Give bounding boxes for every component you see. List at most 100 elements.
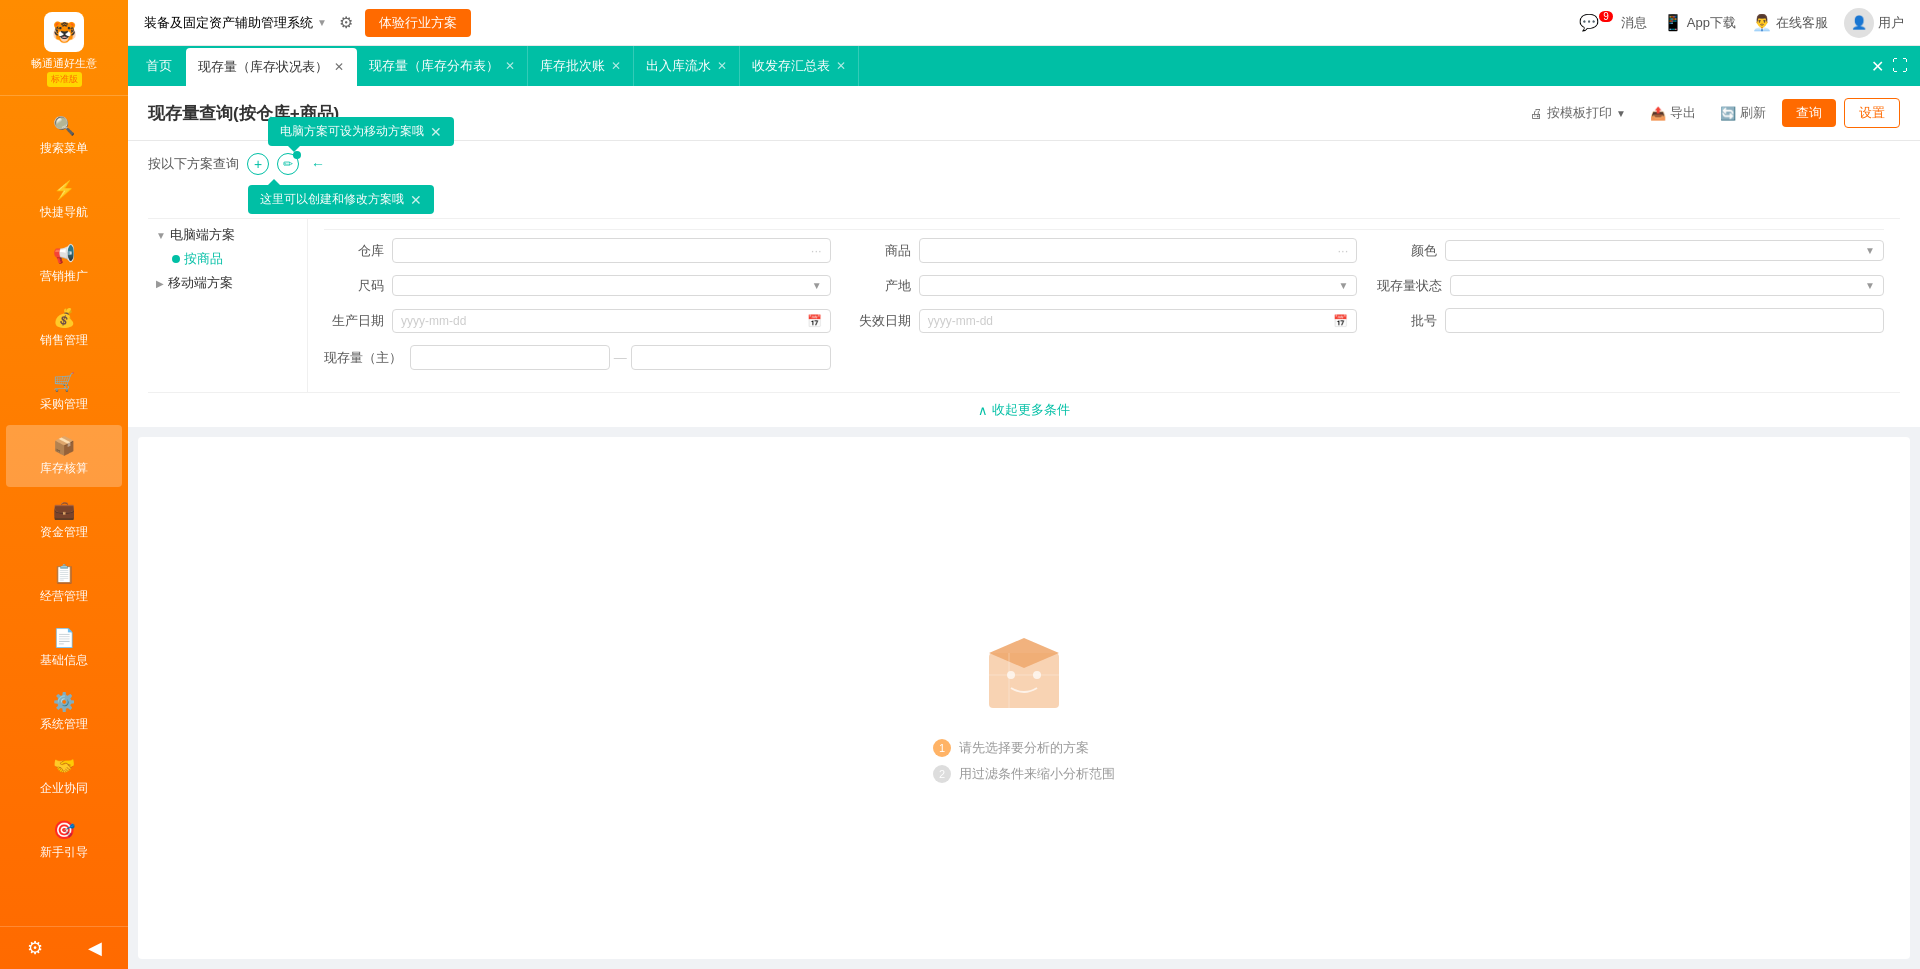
filter-edit-btn[interactable]: ✏ xyxy=(277,153,299,175)
settings-btn[interactable]: 设置 xyxy=(1844,98,1900,128)
empty-state: 1 请先选择要分析的方案 2 用过滤条件来缩小分析范围 xyxy=(933,613,1115,783)
sidebar-item-system[interactable]: ⚙️ 系统管理 xyxy=(6,681,122,743)
message-label: 消息 xyxy=(1621,14,1647,32)
origin-select[interactable]: ▼ xyxy=(919,275,1358,296)
template-print-btn[interactable]: 🖨 按模板打印 ▼ xyxy=(1522,100,1634,126)
color-select[interactable]: ▼ xyxy=(1445,240,1884,261)
tab-batch-label: 库存批次账 xyxy=(540,57,605,75)
expire-date-input[interactable]: yyyy-mm-dd 📅 xyxy=(919,309,1358,333)
collapse-btn[interactable]: ∧ 收起更多条件 xyxy=(978,401,1070,419)
quick-icon: ⚡ xyxy=(53,179,75,201)
scheme-mobile[interactable]: ▶ 移动端方案 xyxy=(148,271,307,295)
expand-icon2: ▶ xyxy=(156,278,164,289)
header-user-btn[interactable]: 👤 用户 xyxy=(1844,8,1904,38)
tab-summary-label: 收发存汇总表 xyxy=(752,57,830,75)
sidebar-item-label: 资金管理 xyxy=(40,524,88,541)
stock-status-select[interactable]: ▼ xyxy=(1450,275,1884,296)
refresh-btn[interactable]: 🔄 刷新 xyxy=(1712,100,1774,126)
content-body: 1 请先选择要分析的方案 2 用过滤条件来缩小分析范围 xyxy=(138,437,1910,959)
sidebar-item-sales[interactable]: 💰 销售管理 xyxy=(6,297,122,359)
batch-no-input[interactable] xyxy=(1445,308,1884,333)
stock-status-label: 现存量状态 xyxy=(1377,277,1442,295)
search-btn[interactable]: 查询 xyxy=(1782,99,1836,127)
tab-summary[interactable]: 收发存汇总表 ✕ xyxy=(740,46,859,86)
size-arrow-icon: ▼ xyxy=(812,280,822,291)
page-actions: 🖨 按模板打印 ▼ 📤 导出 🔄 刷新 查询 设置 xyxy=(1522,98,1900,128)
tab-bar-end: ✕ ⛶ xyxy=(1871,57,1916,76)
tab-inout-close[interactable]: ✕ xyxy=(717,59,727,73)
avatar: 👤 xyxy=(1844,8,1874,38)
sidebar-item-label: 采购管理 xyxy=(40,396,88,413)
sidebar-item-marketing[interactable]: 📢 营销推广 xyxy=(6,233,122,295)
stock-qty-max[interactable] xyxy=(631,345,831,370)
stock-qty-min[interactable] xyxy=(410,345,610,370)
tab-inout[interactable]: 出入库流水 ✕ xyxy=(634,46,740,86)
collapse-arrow-icon: ∧ xyxy=(978,403,988,418)
collapse-sidebar-btn[interactable]: ◀ xyxy=(88,937,102,959)
calendar2-icon: 📅 xyxy=(1333,314,1348,328)
header-right: 💬 9 消息 📱 App下载 👨‍💼 在线客服 👤 用户 xyxy=(1579,8,1904,38)
top-header: 装备及固定资产辅助管理系统 ▼ ⚙ 体验行业方案 💬 9 消息 📱 App下载 … xyxy=(128,0,1920,46)
export-btn[interactable]: 📤 导出 xyxy=(1642,100,1704,126)
settings-bottom-btn[interactable]: ⚙ xyxy=(27,937,43,959)
trial-btn[interactable]: 体验行业方案 xyxy=(365,9,471,37)
produce-date-input[interactable]: yyyy-mm-dd 📅 xyxy=(392,309,831,333)
filter-section: 按以下方案查询 + ✏ ← 电脑方案可设为移动方案哦 ✕ 这里可以创建和修改方案… xyxy=(128,141,1920,427)
sidebar-item-enterprise[interactable]: 🤝 企业协同 xyxy=(6,745,122,807)
search-icon: 🔍 xyxy=(53,115,75,137)
tab-close-all-btn[interactable]: ✕ xyxy=(1871,57,1884,76)
logo-text: 畅通通好生意 xyxy=(31,56,97,70)
tab-stock-dist[interactable]: 现存量（库存分布表） ✕ xyxy=(357,46,528,86)
size-select[interactable]: ▼ xyxy=(392,275,831,296)
tooltip2-close-btn[interactable]: ✕ xyxy=(410,192,422,208)
calendar-icon: 📅 xyxy=(807,314,822,328)
tab-fullscreen-btn[interactable]: ⛶ xyxy=(1892,57,1908,75)
goods-select[interactable]: ··· xyxy=(919,238,1358,263)
sidebar-item-guide[interactable]: 🎯 新手引导 xyxy=(6,809,122,871)
system-title[interactable]: 装备及固定资产辅助管理系统 ▼ xyxy=(144,14,327,32)
warehouse-label: 仓库 xyxy=(324,242,384,260)
expand-icon: ▼ xyxy=(156,230,166,241)
sidebar-item-search[interactable]: 🔍 搜索菜单 xyxy=(6,105,122,167)
sidebar: 🐯 畅通通好生意 标准版 🔍 搜索菜单 ⚡ 快捷导航 📢 营销推广 💰 销售管理… xyxy=(0,0,128,969)
tab-batch-close[interactable]: ✕ xyxy=(611,59,621,73)
warehouse-select[interactable]: ··· xyxy=(392,238,831,263)
empty-text: 1 请先选择要分析的方案 2 用过滤条件来缩小分析范围 xyxy=(933,739,1115,783)
sidebar-item-finance[interactable]: 💼 资金管理 xyxy=(6,489,122,551)
tab-stock-status-close[interactable]: ✕ xyxy=(334,60,344,74)
header-left: 装备及固定资产辅助管理系统 ▼ ⚙ 体验行业方案 xyxy=(144,9,471,37)
empty-illustration xyxy=(964,613,1084,723)
tab-summary-close[interactable]: ✕ xyxy=(836,59,846,73)
filter-back-btn[interactable]: ← xyxy=(307,153,329,175)
scheme-desktop[interactable]: ▼ 电脑端方案 xyxy=(148,223,307,247)
filter-produce-date: 生产日期 yyyy-mm-dd 📅 xyxy=(324,308,831,333)
sidebar-item-quick[interactable]: ⚡ 快捷导航 xyxy=(6,169,122,231)
header-app-btn[interactable]: 📱 App下载 xyxy=(1663,13,1736,32)
scheme-desktop-default[interactable]: 按商品 xyxy=(148,247,307,271)
sidebar-item-stock[interactable]: 📦 库存核算 xyxy=(6,425,122,487)
dropdown-arrow-icon: ▼ xyxy=(317,17,327,28)
tab-home[interactable]: 首页 xyxy=(132,57,186,75)
size-label: 尺码 xyxy=(324,277,384,295)
header-settings-btn[interactable]: ⚙ xyxy=(339,13,353,32)
step1-text: 请先选择要分析的方案 xyxy=(959,739,1089,757)
goods-dots: ··· xyxy=(1337,243,1348,258)
tab-batch[interactable]: 库存批次账 ✕ xyxy=(528,46,634,86)
sidebar-item-operations[interactable]: 📋 经营管理 xyxy=(6,553,122,615)
operations-icon: 📋 xyxy=(53,563,75,585)
tooltip1-close-btn[interactable]: ✕ xyxy=(430,124,442,140)
filter-add-btn[interactable]: + xyxy=(247,153,269,175)
stock-status-arrow-icon: ▼ xyxy=(1865,280,1875,291)
filter-stock-qty: 现存量（主） — xyxy=(324,345,831,370)
tab-stock-dist-close[interactable]: ✕ xyxy=(505,59,515,73)
header-message-btn[interactable]: 💬 9 消息 xyxy=(1579,13,1647,32)
header-support-btn[interactable]: 👨‍💼 在线客服 xyxy=(1752,13,1828,32)
goods-label: 商品 xyxy=(851,242,911,260)
sidebar-item-purchase[interactable]: 🛒 采购管理 xyxy=(6,361,122,423)
filter-stock-status: 现存量状态 ▼ xyxy=(1377,275,1884,296)
filter-goods: 商品 ··· xyxy=(851,238,1358,263)
export-icon: 📤 xyxy=(1650,106,1666,121)
tab-stock-status[interactable]: 现存量（库存状况表） ✕ xyxy=(186,48,357,86)
active-dot xyxy=(172,255,180,263)
sidebar-item-basic[interactable]: 📄 基础信息 xyxy=(6,617,122,679)
